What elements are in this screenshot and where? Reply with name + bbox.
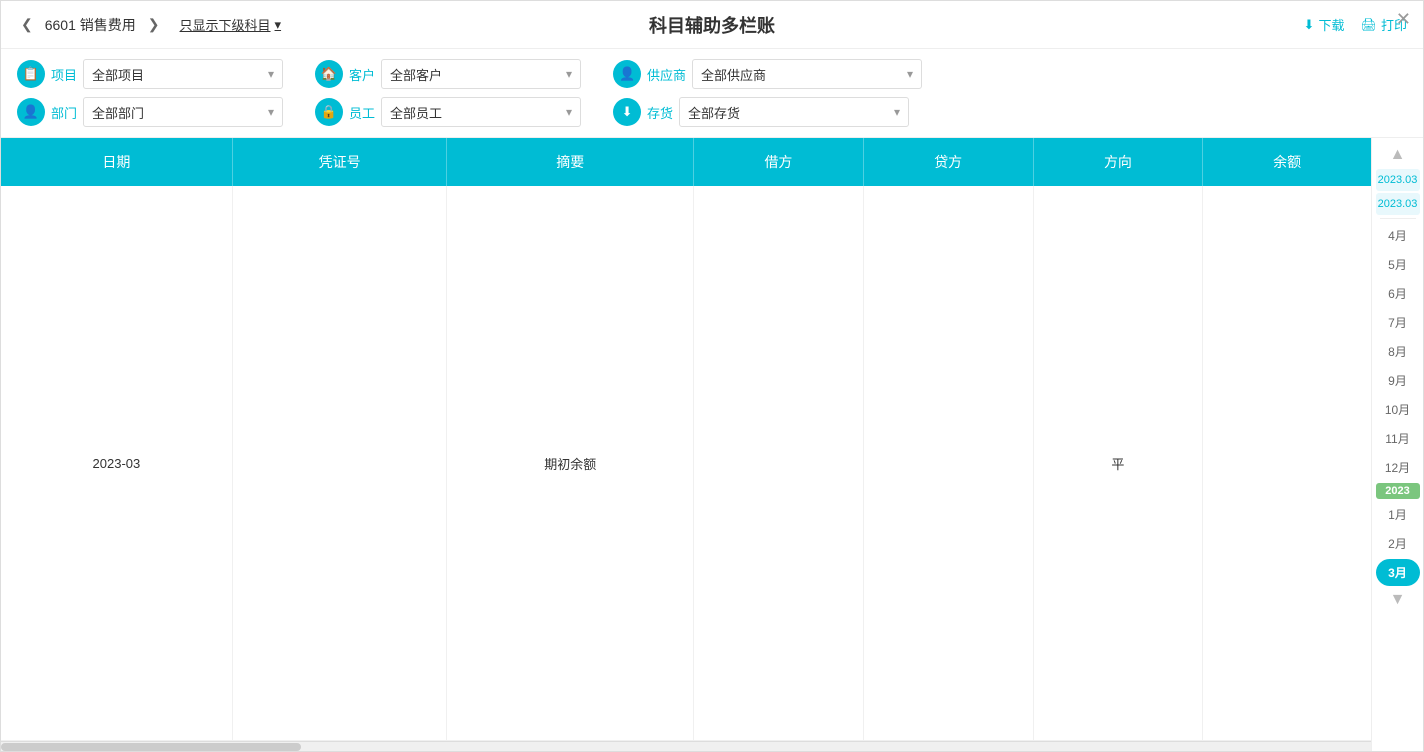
period-12[interactable]: 12月 (1376, 454, 1420, 481)
period-8[interactable]: 8月 (1376, 338, 1420, 365)
title-bar-right: ⬇ 下载 🖨 打印 (1304, 15, 1407, 34)
filter-bar: 📋 项目 全部项目 ▾ 🏠 客户 全部客户 ▾ 👤 供应商 (1, 49, 1423, 138)
cell-credit (863, 186, 1033, 741)
col-voucher: 凭证号 (232, 138, 447, 186)
horizontal-scrollbar[interactable] (1, 741, 1371, 751)
cell-voucher (232, 186, 447, 741)
period-header-1[interactable]: 2023.03 (1376, 169, 1420, 191)
period-1[interactable]: 1月 (1376, 501, 1420, 528)
download-icon: ⬇ (1304, 17, 1315, 33)
cell-direction: 平 (1033, 186, 1203, 741)
sub-subject-button[interactable]: 只显示下级科目 ▾ (172, 11, 290, 38)
page-title: 科目辅助多栏账 (649, 12, 775, 38)
customer-arrow-icon: ▾ (566, 67, 572, 81)
filter-employee: 🔒 员工 全部员工 ▾ (315, 97, 581, 127)
period-header-2[interactable]: 2023.03 (1376, 193, 1420, 215)
inventory-icon: ⬇ (613, 98, 641, 126)
account-code-label: 6601 销售费用 (45, 15, 136, 35)
next-account-button[interactable]: ❯ (144, 14, 164, 35)
col-credit: 贷方 (863, 138, 1033, 186)
download-label: 下载 (1318, 15, 1344, 34)
main-content: 日期 凭证号 摘要 借方 贷方 方向 余额 2023-03 期初余额 (1, 138, 1423, 751)
filter-supplier: 👤 供应商 全部供应商 ▾ (613, 59, 922, 89)
project-arrow-icon: ▾ (268, 67, 274, 81)
period-5[interactable]: 5月 (1376, 251, 1420, 278)
supplier-icon: 👤 (613, 60, 641, 88)
cell-debit (694, 186, 864, 741)
filter-customer: 🏠 客户 全部客户 ▾ (315, 59, 581, 89)
supplier-value: 全部供应商 (701, 65, 766, 84)
period-4[interactable]: 4月 (1376, 222, 1420, 249)
filter-row-1: 📋 项目 全部项目 ▾ 🏠 客户 全部客户 ▾ 👤 供应商 (17, 59, 1407, 89)
cell-date: 2023-03 (1, 186, 232, 741)
project-icon: 📋 (17, 60, 45, 88)
title-bar: ❮ 6601 销售费用 ❯ 只显示下级科目 ▾ 科目辅助多栏账 ⬇ 下载 🖨 打… (1, 1, 1423, 49)
period-10[interactable]: 10月 (1376, 396, 1420, 423)
sub-subject-label: 只显示下级科目 (180, 15, 271, 34)
scroll-down-button[interactable]: ▼ (1376, 587, 1420, 613)
department-label: 部门 (51, 103, 77, 122)
col-balance: 余额 (1203, 138, 1371, 186)
col-direction: 方向 (1033, 138, 1203, 186)
department-select[interactable]: 全部部门 ▾ (83, 97, 283, 127)
cell-summary: 期初余额 (447, 186, 694, 741)
sub-subject-arrow-icon: ▾ (275, 17, 282, 33)
table-area: 日期 凭证号 摘要 借方 贷方 方向 余额 2023-03 期初余额 (1, 138, 1371, 751)
employee-label: 员工 (349, 103, 375, 122)
period-3-active[interactable]: 3月 (1376, 559, 1420, 586)
print-icon: 🖨 (1360, 17, 1377, 33)
department-value: 全部部门 (92, 103, 144, 122)
filter-department: 👤 部门 全部部门 ▾ (17, 97, 283, 127)
inventory-arrow-icon: ▾ (894, 105, 900, 119)
customer-value: 全部客户 (390, 65, 442, 84)
department-arrow-icon: ▾ (268, 105, 274, 119)
inventory-select[interactable]: 全部存货 ▾ (679, 97, 909, 127)
period-6[interactable]: 6月 (1376, 280, 1420, 307)
filter-project: 📋 项目 全部项目 ▾ (17, 59, 283, 89)
ledger-table: 日期 凭证号 摘要 借方 贷方 方向 余额 2023-03 期初余额 (1, 138, 1371, 741)
inventory-value: 全部存货 (688, 103, 740, 122)
year-badge-2023[interactable]: 2023 (1376, 483, 1420, 499)
download-button[interactable]: ⬇ 下载 (1304, 15, 1345, 34)
right-panel: ▲ 2023.03 2023.03 4月 5月 6月 7月 8月 9月 10月 … (1371, 138, 1423, 751)
customer-label: 客户 (349, 65, 375, 84)
prev-account-button[interactable]: ❮ (17, 14, 37, 35)
scroll-thumb[interactable] (1, 743, 301, 751)
table-row: 2023-03 期初余额 平 (1, 186, 1371, 741)
employee-value: 全部员工 (390, 103, 442, 122)
inventory-label: 存货 (647, 103, 673, 122)
department-icon: 👤 (17, 98, 45, 126)
employee-arrow-icon: ▾ (566, 105, 572, 119)
employee-icon: 🔒 (315, 98, 343, 126)
supplier-label: 供应商 (647, 65, 686, 84)
employee-select[interactable]: 全部员工 ▾ (381, 97, 581, 127)
customer-select[interactable]: 全部客户 ▾ (381, 59, 581, 89)
customer-icon: 🏠 (315, 60, 343, 88)
period-2[interactable]: 2月 (1376, 530, 1420, 557)
col-debit: 借方 (694, 138, 864, 186)
period-11[interactable]: 11月 (1376, 425, 1420, 452)
supplier-arrow-icon: ▾ (907, 67, 913, 81)
panel-divider (1380, 218, 1416, 219)
period-7[interactable]: 7月 (1376, 309, 1420, 336)
cell-balance (1203, 186, 1371, 741)
project-select[interactable]: 全部项目 ▾ (83, 59, 283, 89)
project-value: 全部项目 (92, 65, 144, 84)
filter-row-2: 👤 部门 全部部门 ▾ 🔒 员工 全部员工 ▾ ⬇ 存货 (17, 97, 1407, 127)
period-9[interactable]: 9月 (1376, 367, 1420, 394)
title-bar-left: ❮ 6601 销售费用 ❯ 只显示下级科目 ▾ (17, 11, 289, 38)
col-date: 日期 (1, 138, 232, 186)
main-window: ❮ 6601 销售费用 ❯ 只显示下级科目 ▾ 科目辅助多栏账 ⬇ 下载 🖨 打… (0, 0, 1424, 752)
project-label: 项目 (51, 65, 77, 84)
filter-inventory: ⬇ 存货 全部存货 ▾ (613, 97, 909, 127)
col-summary: 摘要 (447, 138, 694, 186)
close-button[interactable]: ✕ (1396, 9, 1411, 30)
scroll-up-button[interactable]: ▲ (1376, 142, 1420, 168)
supplier-select[interactable]: 全部供应商 ▾ (692, 59, 922, 89)
table-header-row: 日期 凭证号 摘要 借方 贷方 方向 余额 (1, 138, 1371, 186)
